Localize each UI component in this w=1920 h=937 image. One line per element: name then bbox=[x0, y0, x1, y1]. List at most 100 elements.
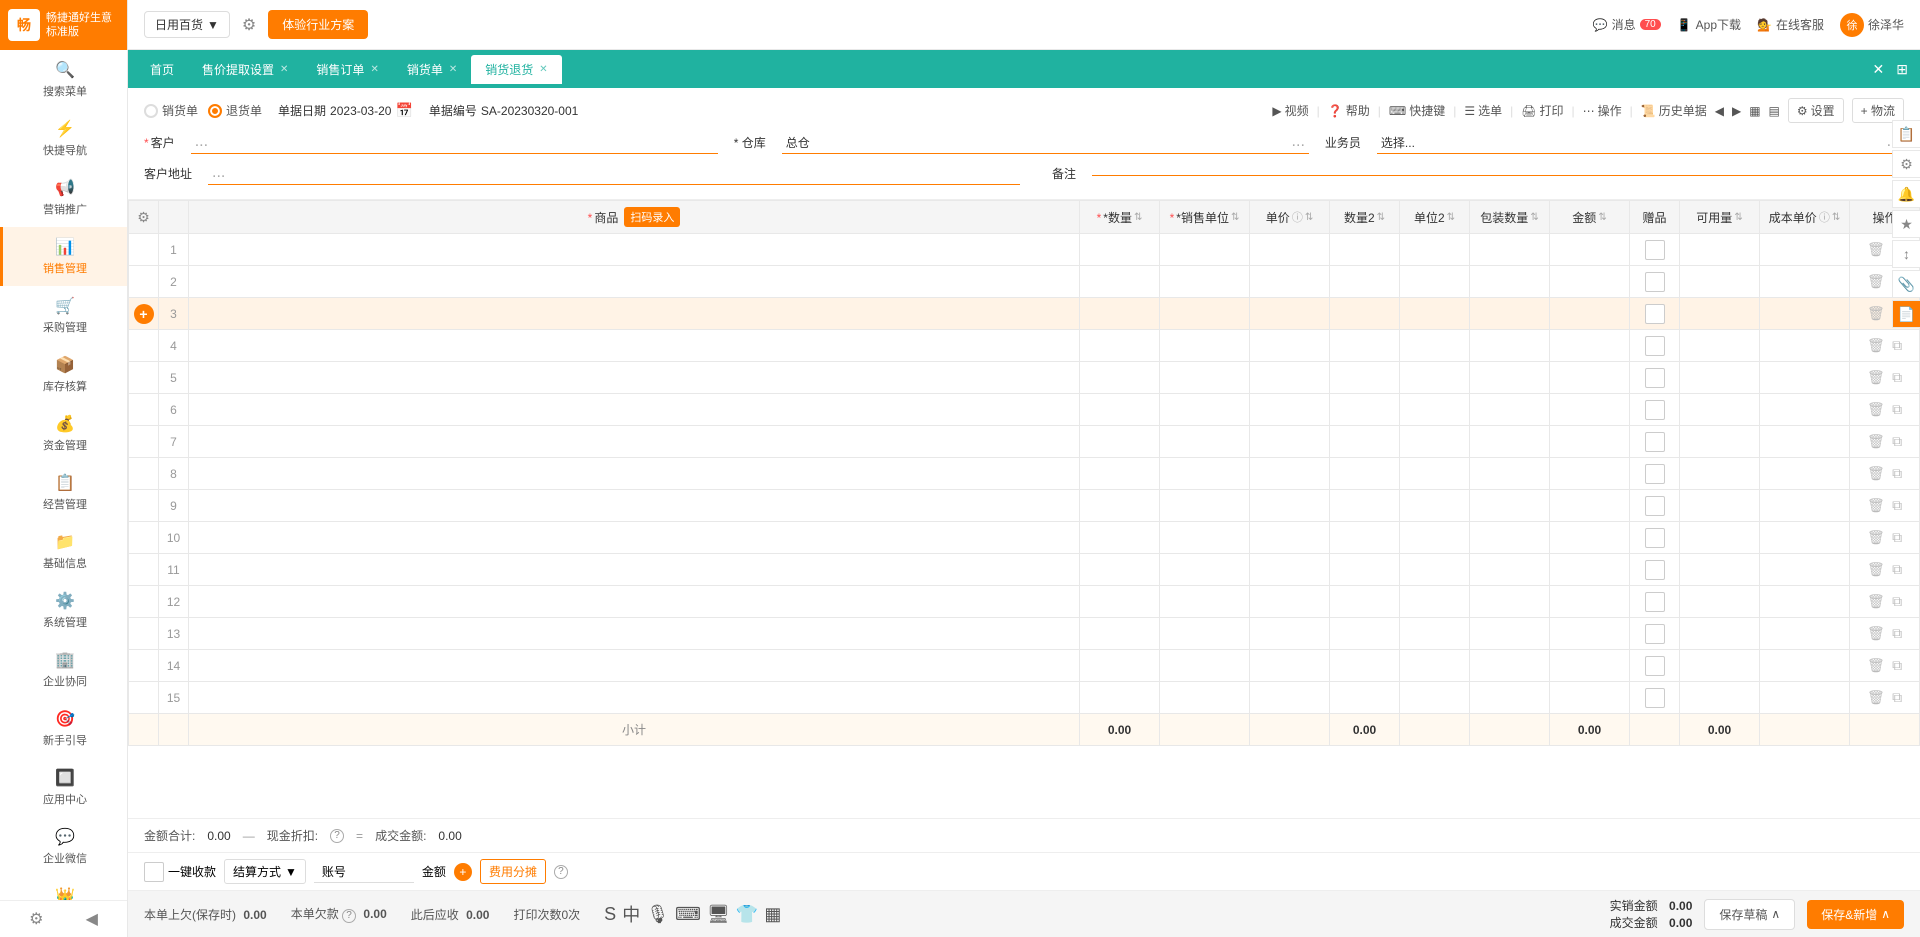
product-cell[interactable] bbox=[189, 330, 1080, 362]
unit2-cell[interactable] bbox=[1400, 554, 1470, 586]
copy-row-icon[interactable]: ⧉ bbox=[1892, 625, 1902, 641]
col-unit2-sort[interactable]: ⇅ bbox=[1447, 212, 1455, 223]
available-cell[interactable] bbox=[1680, 394, 1760, 426]
quantity-cell[interactable] bbox=[1080, 330, 1160, 362]
available-cell[interactable] bbox=[1680, 266, 1760, 298]
copy-row-icon[interactable]: ⧉ bbox=[1892, 401, 1902, 417]
settle-method-select[interactable]: 结算方式 ▼ bbox=[224, 859, 306, 884]
tab-price-setup-close[interactable]: ✕ bbox=[280, 64, 288, 75]
shirt-icon[interactable]: 👕 bbox=[736, 904, 758, 925]
sidebar-item-marketing[interactable]: 📢 营销推广 bbox=[0, 168, 127, 227]
unit2-cell[interactable] bbox=[1400, 682, 1470, 714]
unit2-cell[interactable] bbox=[1400, 266, 1470, 298]
product-cell[interactable] bbox=[189, 426, 1080, 458]
radio-return[interactable]: 退货单 bbox=[208, 102, 262, 119]
price-info-icon[interactable]: ⓘ bbox=[1292, 209, 1303, 225]
packqty-cell[interactable] bbox=[1470, 266, 1550, 298]
amount-cell[interactable] bbox=[1550, 490, 1630, 522]
toolbar-next[interactable]: ▶ bbox=[1732, 104, 1741, 118]
amount-cell[interactable] bbox=[1550, 682, 1630, 714]
amount-cell[interactable] bbox=[1550, 586, 1630, 618]
right-panel-btn-5[interactable]: ↕ bbox=[1892, 240, 1920, 268]
copy-row-icon[interactable]: ⧉ bbox=[1892, 689, 1902, 705]
amount-cell[interactable] bbox=[1550, 394, 1630, 426]
tab-sales-order-close[interactable]: ✕ bbox=[370, 64, 378, 75]
gift-checkbox[interactable] bbox=[1645, 624, 1665, 644]
industry-select[interactable]: 日用百货 ▼ bbox=[144, 11, 230, 38]
customer-addr-input[interactable]: ... bbox=[208, 162, 1020, 185]
qty2-cell[interactable] bbox=[1330, 362, 1400, 394]
sidebar-item-basic[interactable]: 📁 基础信息 bbox=[0, 522, 127, 581]
product-cell[interactable] bbox=[189, 362, 1080, 394]
price-cell[interactable] bbox=[1250, 426, 1330, 458]
product-cell[interactable] bbox=[189, 458, 1080, 490]
toolbar-video[interactable]: ▶ 视频 bbox=[1272, 102, 1308, 119]
quantity-cell[interactable] bbox=[1080, 618, 1160, 650]
gift-checkbox[interactable] bbox=[1645, 304, 1665, 324]
gift-cell[interactable] bbox=[1630, 330, 1680, 362]
packqty-cell[interactable] bbox=[1470, 618, 1550, 650]
gift-cell[interactable] bbox=[1630, 522, 1680, 554]
cost-cell[interactable] bbox=[1760, 234, 1850, 266]
packqty-cell[interactable] bbox=[1470, 298, 1550, 330]
tab-home[interactable]: 首页 bbox=[136, 55, 188, 84]
col-qty2-sort[interactable]: ⇅ bbox=[1377, 212, 1385, 223]
copy-row-icon[interactable]: ⧉ bbox=[1892, 433, 1902, 449]
header-gear-icon[interactable]: ⚙ bbox=[242, 15, 256, 35]
packqty-cell[interactable] bbox=[1470, 234, 1550, 266]
sidebar-item-enterprise[interactable]: 🏢 企业协同 bbox=[0, 640, 127, 699]
available-cell[interactable] bbox=[1680, 458, 1760, 490]
col-packqty-sort[interactable]: ⇅ bbox=[1530, 212, 1538, 223]
delete-row-icon[interactable]: 🗑 bbox=[1867, 497, 1885, 513]
product-cell[interactable] bbox=[189, 682, 1080, 714]
qty2-cell[interactable] bbox=[1330, 394, 1400, 426]
cost-cell[interactable] bbox=[1760, 266, 1850, 298]
unit2-cell[interactable] bbox=[1400, 394, 1470, 426]
quantity-cell[interactable] bbox=[1080, 458, 1160, 490]
price-cell[interactable] bbox=[1250, 554, 1330, 586]
right-panel-btn-3[interactable]: 🔔 bbox=[1892, 180, 1920, 208]
app-download-btn[interactable]: 📱 App下载 bbox=[1677, 16, 1741, 33]
toolbar-operate[interactable]: ⋯ 操作 bbox=[1583, 102, 1622, 119]
toolbar-prev[interactable]: ◀ bbox=[1715, 104, 1724, 118]
sidebar-item-finance[interactable]: 💰 资金管理 bbox=[0, 404, 127, 463]
amount-cell[interactable] bbox=[1550, 298, 1630, 330]
qty2-cell[interactable] bbox=[1330, 426, 1400, 458]
unit2-cell[interactable] bbox=[1400, 362, 1470, 394]
available-cell[interactable] bbox=[1680, 426, 1760, 458]
quantity-cell[interactable] bbox=[1080, 522, 1160, 554]
unit2-cell[interactable] bbox=[1400, 522, 1470, 554]
amount-cell[interactable] bbox=[1550, 426, 1630, 458]
available-cell[interactable] bbox=[1680, 298, 1760, 330]
delete-row-icon[interactable]: 🗑 bbox=[1867, 689, 1885, 705]
salesperson-input[interactable]: 选择... ... bbox=[1377, 131, 1904, 154]
unit-cell[interactable] bbox=[1160, 554, 1250, 586]
sougou-icon[interactable]: S bbox=[604, 904, 616, 925]
sidebar-item-search[interactable]: 🔍 搜索菜单 bbox=[0, 50, 127, 109]
delete-row-icon[interactable]: 🗑 bbox=[1867, 273, 1885, 289]
quantity-cell[interactable] bbox=[1080, 394, 1160, 426]
cost-cell[interactable] bbox=[1760, 490, 1850, 522]
gift-checkbox[interactable] bbox=[1645, 400, 1665, 420]
add-row-btn[interactable]: + bbox=[134, 304, 154, 324]
sidebar-item-wechat[interactable]: 💬 企业微信 bbox=[0, 817, 127, 876]
right-panel-btn-1[interactable]: 📋 bbox=[1892, 120, 1920, 148]
packqty-cell[interactable] bbox=[1470, 458, 1550, 490]
one-click-checkbox[interactable] bbox=[144, 862, 164, 882]
quantity-cell[interactable] bbox=[1080, 298, 1160, 330]
gift-cell[interactable] bbox=[1630, 554, 1680, 586]
packqty-cell[interactable] bbox=[1470, 362, 1550, 394]
product-cell[interactable] bbox=[189, 298, 1080, 330]
quantity-cell[interactable] bbox=[1080, 650, 1160, 682]
save-new-btn[interactable]: 保存&新增 ∧ bbox=[1807, 900, 1904, 929]
packqty-cell[interactable] bbox=[1470, 490, 1550, 522]
unit-cell[interactable] bbox=[1160, 618, 1250, 650]
cost-cell[interactable] bbox=[1760, 554, 1850, 586]
unit2-cell[interactable] bbox=[1400, 330, 1470, 362]
unit-cell[interactable] bbox=[1160, 234, 1250, 266]
product-cell[interactable] bbox=[189, 394, 1080, 426]
copy-row-icon[interactable]: ⧉ bbox=[1892, 337, 1902, 353]
quantity-cell[interactable] bbox=[1080, 426, 1160, 458]
qty2-cell[interactable] bbox=[1330, 618, 1400, 650]
cost-cell[interactable] bbox=[1760, 682, 1850, 714]
